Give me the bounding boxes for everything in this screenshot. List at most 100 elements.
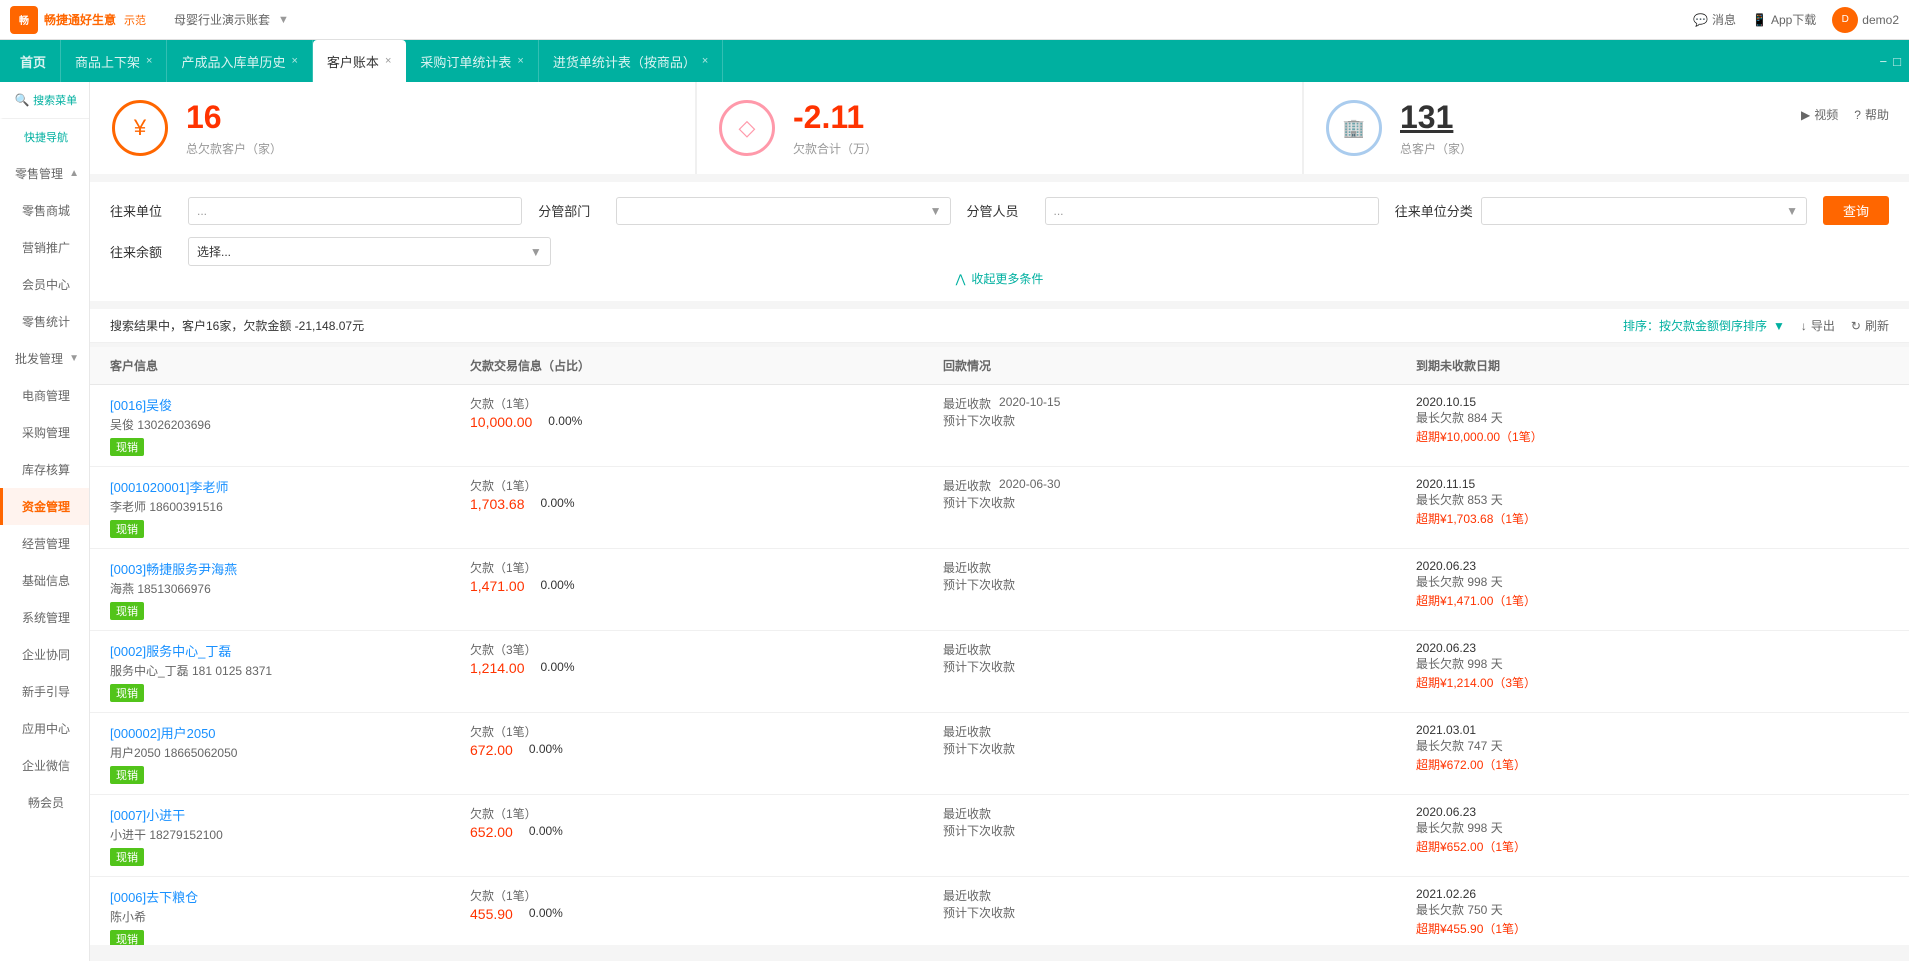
sidebar-finance-label: 资金管理 — [22, 500, 70, 514]
sidebar-item-changhui[interactable]: 畅会员 — [0, 784, 89, 821]
sidebar-item-beginner[interactable]: 新手引导 — [0, 673, 89, 710]
tab-goods-close[interactable]: × — [146, 55, 152, 67]
customer-name-6[interactable]: [0006]去下粮仓 — [110, 887, 470, 906]
filter-manager: 分管人员 ... — [967, 197, 1379, 225]
sidebar-inventory-label: 库存核算 — [22, 463, 70, 477]
manager-input[interactable]: ... — [1045, 197, 1379, 225]
customer-name-3[interactable]: [0002]服务中心_丁磊 — [110, 641, 470, 660]
sidebar-item-basic-info[interactable]: 基础信息 — [0, 562, 89, 599]
export-button[interactable]: ↓ 导出 — [1801, 317, 1835, 334]
status-tag-3: 现销 — [110, 684, 144, 702]
filter-balance: 往来余额 选择... ▼ — [110, 237, 551, 266]
customer-name-2[interactable]: [0003]畅捷服务尹海燕 — [110, 559, 470, 578]
tab-purchase-close[interactable]: × — [517, 55, 523, 67]
table-row: [0002]服务中心_丁磊 服务中心_丁磊 181 0125 8371 现销 欠… — [90, 631, 1909, 713]
collapse-btn[interactable]: ⋀ 收起更多条件 — [110, 270, 1889, 287]
customer-name-5[interactable]: [0007]小进干 — [110, 805, 470, 824]
tab-goods[interactable]: 商品上下架 × — [61, 40, 167, 82]
nav-maximize[interactable]: □ — [1893, 54, 1901, 69]
results-bar: 搜索结果中，客户16家，欠款金额 -21,148.07元 排序：按欠款金额倒序排… — [90, 309, 1909, 343]
nav-minimize[interactable]: − — [1880, 54, 1888, 69]
sidebar-item-operation[interactable]: 经营管理 — [0, 525, 89, 562]
sidebar-changhui-label: 畅会员 — [28, 796, 64, 810]
debt-cell-5: 欠款（1笔） 652.00 0.00% — [470, 805, 943, 840]
dept-label: 分管部门 — [538, 201, 608, 220]
avatar: D — [1832, 7, 1858, 33]
sidebar-item-wholesale[interactable]: 批发管理 ▼ — [0, 340, 89, 377]
debt-amount-0[interactable]: 10,000.00 — [470, 414, 532, 430]
sidebar-item-retail-mgmt[interactable]: 零售管理 ▲ — [0, 155, 89, 192]
due-cell-5: 2020.06.23 最长欠款 998 天 超期¥652.00（1笔） — [1416, 805, 1889, 855]
customer-name-4[interactable]: [000002]用户2050 — [110, 723, 470, 742]
tab-production[interactable]: 产成品入库单历史 × — [167, 40, 312, 82]
sidebar-retail-stats-label: 零售统计 — [22, 315, 70, 329]
sidebar-item-corp-collab[interactable]: 企业协同 — [0, 636, 89, 673]
sidebar-operation-label: 经营管理 — [22, 537, 70, 551]
message-label: 消息 — [1712, 11, 1736, 28]
tab-purchase[interactable]: 采购订单统计表 × — [406, 40, 538, 82]
company-arrow[interactable]: ▼ — [278, 14, 289, 26]
overdue-amount-0[interactable]: 超期¥10,000.00（1笔） — [1416, 428, 1889, 445]
results-summary: 搜索结果中，客户16家，欠款金额 -21,148.07元 — [110, 317, 364, 334]
sidebar-item-wechat[interactable]: 企业微信 — [0, 747, 89, 784]
sidebar-item-ecommerce[interactable]: 电商管理 — [0, 377, 89, 414]
source-unit-input[interactable]: ... — [188, 197, 522, 225]
debt-cell-3: 欠款（3笔） 1,214.00 0.00% — [470, 641, 943, 676]
sidebar-beginner-label: 新手引导 — [22, 685, 70, 699]
sidebar-marketing-label: 营销推广 — [22, 241, 70, 255]
help-btn[interactable]: ? 帮助 — [1854, 106, 1889, 123]
username: demo2 — [1862, 13, 1899, 27]
status-tag-6: 现销 — [110, 930, 144, 945]
sidebar-item-inventory[interactable]: 库存核算 — [0, 451, 89, 488]
sidebar-item-retail-mall[interactable]: 零售商城 — [0, 192, 89, 229]
sidebar-ecommerce-label: 电商管理 — [22, 389, 70, 403]
balance-select[interactable]: 选择... ▼ — [188, 237, 551, 266]
stat-debt-icon: ¥ — [110, 98, 170, 158]
sidebar-item-purchase[interactable]: 采购管理 — [0, 414, 89, 451]
tab-purchase-label: 采购订单统计表 — [420, 52, 511, 71]
tab-customer-close[interactable]: × — [385, 55, 391, 67]
refresh-label: 刷新 — [1865, 317, 1889, 334]
sidebar-retail-mall-label: 零售商城 — [22, 204, 70, 218]
view-video-btn[interactable]: ▶ 视频 — [1801, 106, 1838, 123]
sidebar-search[interactable]: 🔍 搜索菜单 — [0, 82, 89, 119]
due-cell-4: 2021.03.01 最长欠款 747 天 超期¥672.00（1笔） — [1416, 723, 1889, 773]
sidebar-item-app-center[interactable]: 应用中心 — [0, 710, 89, 747]
chevron-down-icon: ▲ — [69, 168, 79, 179]
tab-production-close[interactable]: × — [291, 55, 297, 67]
refresh-button[interactable]: ↻ 刷新 — [1851, 317, 1889, 334]
message-button[interactable]: 💬 消息 — [1693, 11, 1736, 28]
app-download-button[interactable]: 📱 App下载 — [1752, 11, 1816, 28]
sidebar-basic-info-label: 基础信息 — [22, 574, 70, 588]
status-tag-1: 现销 — [110, 520, 144, 538]
tab-inbound-close[interactable]: × — [702, 55, 708, 67]
dept-select[interactable]: ▼ — [616, 197, 950, 225]
sort-button[interactable]: 排序：按欠款金额倒序排序 ▼ — [1623, 317, 1785, 334]
user-menu[interactable]: D demo2 — [1832, 7, 1899, 33]
sidebar-retail-label: 零售管理 — [15, 165, 63, 182]
table-row: [0007]小进干 小进干 18279152100 现销 欠款（1笔） 652.… — [90, 795, 1909, 877]
chevron-down-icon-sort: ▼ — [1773, 319, 1785, 333]
filter-dept: 分管部门 ▼ — [538, 197, 950, 225]
unit-category-select[interactable]: ▼ — [1481, 197, 1807, 225]
customer-name-1[interactable]: [0001020001]李老师 — [110, 477, 470, 496]
sidebar-item-system[interactable]: 系统管理 — [0, 599, 89, 636]
sidebar-item-finance[interactable]: 资金管理 — [0, 488, 89, 525]
customer-cell-4: [000002]用户2050 用户2050 18665062050 现销 — [110, 723, 470, 784]
customer-phone-6: 陈小希 — [110, 908, 470, 925]
sidebar-purchase-label: 采购管理 — [22, 426, 70, 440]
debt-cell-2: 欠款（1笔） 1,471.00 0.00% — [470, 559, 943, 594]
sidebar-item-marketing[interactable]: 营销推广 — [0, 229, 89, 266]
tab-inbound[interactable]: 进货单统计表（按商品） × — [539, 40, 723, 82]
sidebar-item-member[interactable]: 会员中心 — [0, 266, 89, 303]
sidebar-item-retail-stats[interactable]: 零售统计 — [0, 303, 89, 340]
manager-label: 分管人员 — [967, 201, 1037, 220]
tab-customer-account[interactable]: 客户账本 × — [313, 40, 406, 82]
customer-cell-1: [0001020001]李老师 李老师 18600391516 现销 — [110, 477, 470, 538]
search-button[interactable]: 查询 — [1823, 196, 1889, 225]
status-tag-2: 现销 — [110, 602, 144, 620]
stat-debt-amount: ◇ -2.11 欠款合计（万） — [697, 82, 1303, 174]
customer-name-0[interactable]: [0016]吴俊 — [110, 395, 470, 414]
debt-count-0: 欠款（1笔） — [470, 395, 943, 412]
tab-home[interactable]: 首页 — [6, 40, 61, 82]
